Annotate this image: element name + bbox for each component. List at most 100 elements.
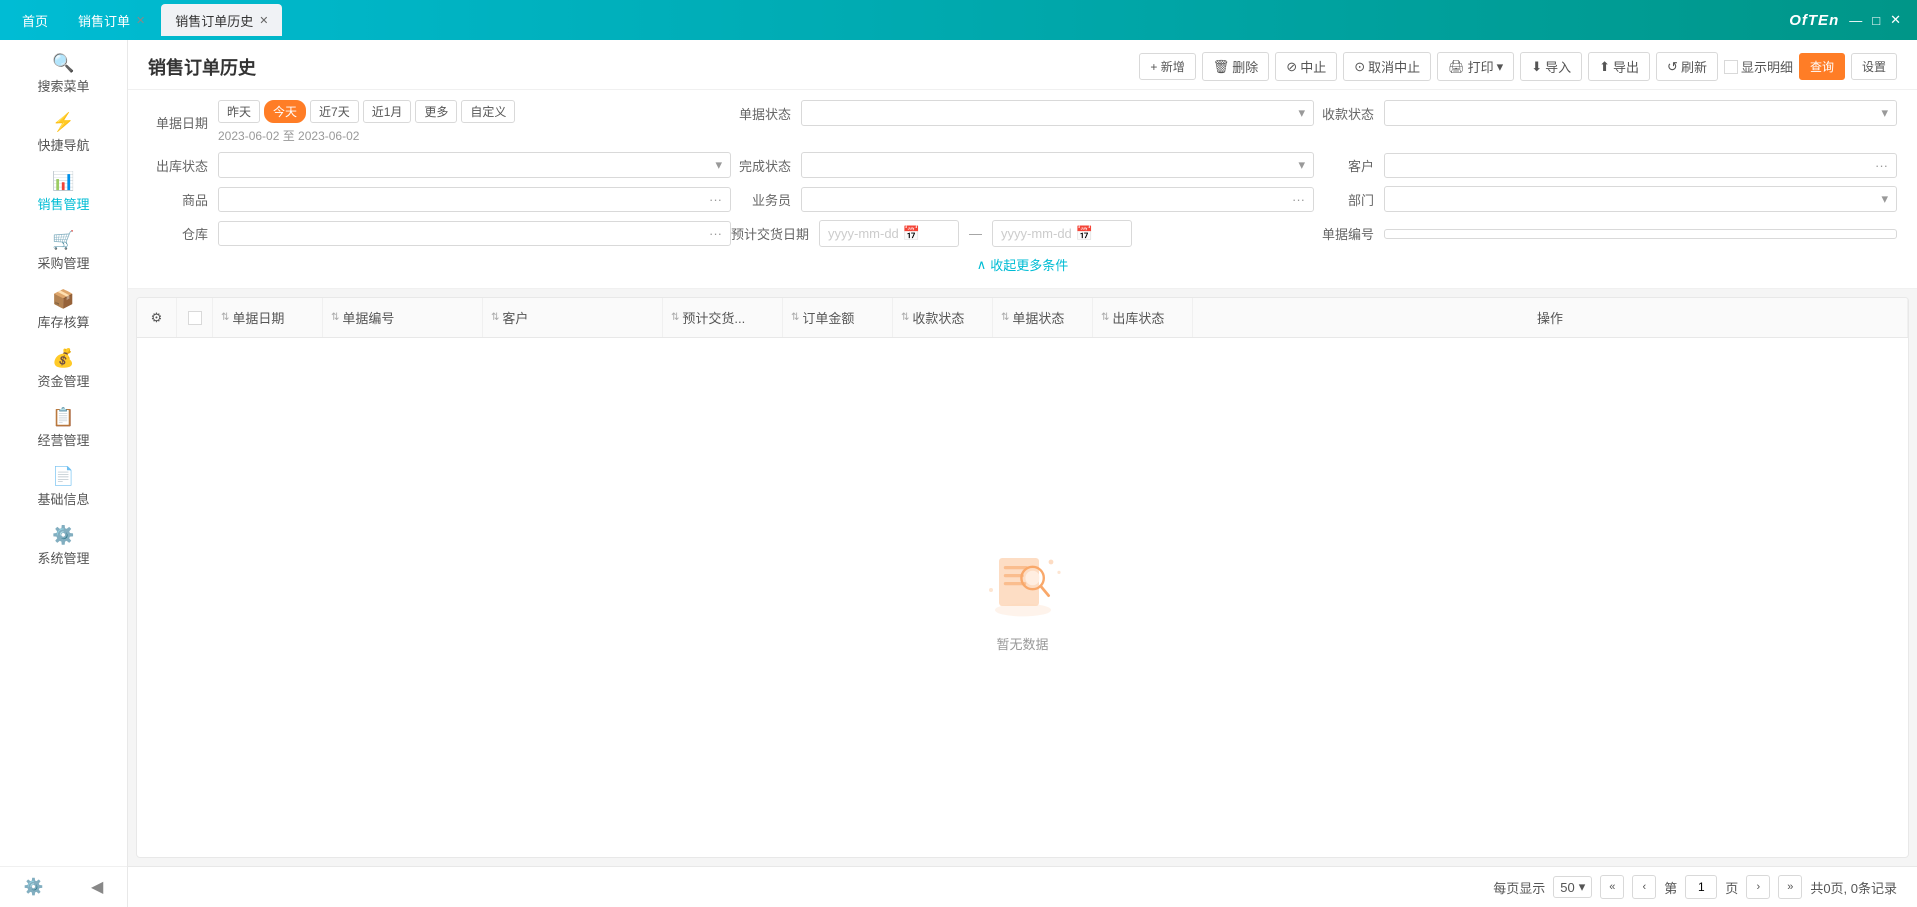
tab-home[interactable]: 首页 <box>8 4 62 36</box>
last-page-button[interactable]: » <box>1778 875 1802 899</box>
complete-select[interactable]: ▾ <box>801 152 1314 178</box>
export-button[interactable]: ⬆ 导出 <box>1588 52 1650 81</box>
date-yesterday[interactable]: 昨天 <box>218 100 260 123</box>
refresh-button[interactable]: ↺ 刷新 <box>1656 52 1718 81</box>
order-status-dropdown-icon: ▾ <box>1298 105 1305 121</box>
sidebar-item-inventory[interactable]: 📦 库存核算 <box>0 280 127 339</box>
delete-button[interactable]: 🗑 删除 <box>1202 52 1270 81</box>
date-control: 昨天 今天 近7天 近1月 更多 自定义 2023-06-02 至 2023-0… <box>218 100 731 144</box>
tab-sales-order[interactable]: 销售订单 ✕ <box>64 4 159 36</box>
date-label: 单据日期 <box>148 113 218 132</box>
sidebar-item-basic[interactable]: 📄 基础信息 <box>0 457 127 516</box>
sort-customer-icon: ⇅ <box>491 312 499 323</box>
page-number-input[interactable] <box>1685 875 1717 899</box>
display-detail-toggle[interactable]: 显示明细 <box>1724 57 1793 76</box>
empty-state: 暂无数据 <box>137 338 1908 857</box>
collapse-row[interactable]: ∧ 收起更多条件 <box>148 251 1897 278</box>
stop-button[interactable]: ⊘ 中止 <box>1275 52 1337 81</box>
th-settings[interactable]: ⚙ <box>137 298 177 337</box>
new-button[interactable]: + 新增 <box>1139 53 1195 80</box>
product-input[interactable]: ··· <box>218 187 731 212</box>
warehouse-filter-cell: 仓库 ··· <box>148 221 731 246</box>
sidebar-item-finance-label: 资金管理 <box>37 371 89 390</box>
th-date[interactable]: ⇅ 单据日期 <box>213 298 323 337</box>
sidebar-item-sales-label: 销售管理 <box>37 194 89 213</box>
sidebar-item-quick-nav[interactable]: ⚡ 快捷导航 <box>0 103 127 162</box>
date-quick-buttons: 昨天 今天 近7天 近1月 更多 自定义 <box>218 100 515 123</box>
main-layout: 🔍 搜索菜单 ⚡ 快捷导航 📊 销售管理 🛒 采购管理 📦 库存核算 💰 资金管… <box>0 40 1917 907</box>
tab-sales-order-history-close[interactable]: ✕ <box>259 14 268 27</box>
date-today[interactable]: 今天 <box>264 100 306 123</box>
product-filter-cell: 商品 ··· <box>148 187 731 212</box>
window-maximize[interactable]: □ <box>1872 13 1880 28</box>
tab-sales-order-history[interactable]: 销售订单历史 ✕ <box>161 4 282 36</box>
query-button[interactable]: 查询 <box>1799 53 1845 80</box>
customer-input[interactable]: ··· <box>1384 153 1897 178</box>
date-more[interactable]: 更多 <box>415 100 457 123</box>
settings-button[interactable]: 设置 <box>1851 53 1897 80</box>
total-text: 共0页, 0条记录 <box>1810 878 1897 897</box>
delivery-date-to[interactable]: yyyy-mm-dd 📅 <box>992 220 1132 247</box>
import-button[interactable]: ⬇ 导入 <box>1520 52 1582 81</box>
warehouse-input[interactable]: ··· <box>218 221 731 246</box>
delivery-date-from[interactable]: yyyy-mm-dd 📅 <box>819 220 959 247</box>
window-minimize[interactable]: — <box>1849 13 1862 28</box>
date-custom[interactable]: 自定义 <box>461 100 515 123</box>
th-checkbox[interactable] <box>177 298 213 337</box>
first-page-button[interactable]: « <box>1600 875 1624 899</box>
sidebar-item-operations[interactable]: 📋 经营管理 <box>0 398 127 457</box>
select-all-checkbox[interactable] <box>188 311 202 325</box>
page-size-select[interactable]: 50 ▾ <box>1553 876 1592 898</box>
th-amount[interactable]: ⇅ 订单金额 <box>783 298 893 337</box>
sidebar-item-finance[interactable]: 💰 资金管理 <box>0 339 127 398</box>
product-dots: ··· <box>709 192 722 207</box>
payment-status-select[interactable]: ▾ <box>1384 100 1897 126</box>
print-button[interactable]: 🖨 打印 ▾ <box>1437 52 1514 81</box>
date-dash: — <box>969 226 982 241</box>
th-customer[interactable]: ⇅ 客户 <box>483 298 663 337</box>
payment-status-dropdown-icon: ▾ <box>1881 105 1888 121</box>
salesperson-filter-cell: 业务员 ··· <box>731 187 1314 212</box>
customer-label: 客户 <box>1314 156 1384 175</box>
date-7days[interactable]: 近7天 <box>310 100 359 123</box>
top-bar: 首页 销售订单 ✕ 销售订单历史 ✕ OfTEn — □ ✕ <box>0 0 1917 40</box>
salesperson-input[interactable]: ··· <box>801 187 1314 212</box>
sidebar-settings-icon[interactable]: ⚙️ <box>24 877 44 897</box>
cancel-stop-icon: ⊙ <box>1354 59 1365 75</box>
sort-payment-icon: ⇅ <box>901 312 909 323</box>
prev-page-button[interactable]: ‹ <box>1632 875 1656 899</box>
department-select[interactable]: ▾ <box>1384 186 1897 212</box>
th-delivery[interactable]: ⇅ 预计交货... <box>663 298 783 337</box>
table-area: ⚙ ⇅ 单据日期 ⇅ 单据编号 ⇅ 客户 ⇅ <box>136 297 1909 858</box>
order-no-input[interactable] <box>1384 229 1897 239</box>
system-icon: ⚙️ <box>52 526 74 544</box>
order-status-filter-cell: 单据状态 ▾ <box>731 100 1314 126</box>
display-detail-checkbox[interactable] <box>1724 60 1738 74</box>
salesperson-label: 业务员 <box>731 190 801 209</box>
order-status-select[interactable]: ▾ <box>801 100 1314 126</box>
next-page-button[interactable]: › <box>1746 875 1770 899</box>
th-payment-status[interactable]: ⇅ 收款状态 <box>893 298 993 337</box>
payment-status-label: 收款状态 <box>1314 104 1384 123</box>
sidebar-item-search-menu[interactable]: 🔍 搜索菜单 <box>0 44 127 103</box>
date-1month[interactable]: 近1月 <box>363 100 412 123</box>
tab-sales-order-label: 销售订单 <box>78 11 130 30</box>
sidebar-item-quick-label: 快捷导航 <box>37 135 89 154</box>
delivery-date-label: 预计交货日期 <box>731 224 819 243</box>
stock-out-select[interactable]: ▾ <box>218 152 731 178</box>
th-stock-status[interactable]: ⇅ 出库状态 <box>1093 298 1193 337</box>
window-close[interactable]: ✕ <box>1890 12 1901 28</box>
tab-sales-order-close[interactable]: ✕ <box>136 14 145 27</box>
th-order-status[interactable]: ⇅ 单据状态 <box>993 298 1093 337</box>
th-order-no[interactable]: ⇅ 单据编号 <box>323 298 483 337</box>
sort-amount-icon: ⇅ <box>791 312 799 323</box>
sidebar-item-sales[interactable]: 📊 销售管理 <box>0 162 127 221</box>
sidebar-item-purchase[interactable]: 🛒 采购管理 <box>0 221 127 280</box>
sort-order-icon: ⇅ <box>331 312 339 323</box>
sidebar-collapse-icon[interactable]: ◀ <box>91 877 103 897</box>
sidebar-item-system[interactable]: ⚙️ 系统管理 <box>0 516 127 575</box>
stock-out-label: 出库状态 <box>148 156 218 175</box>
cancel-stop-button[interactable]: ⊙ 取消中止 <box>1343 52 1431 81</box>
print-icon: 🖨 <box>1448 59 1465 75</box>
page-suffix: 页 <box>1725 878 1738 897</box>
